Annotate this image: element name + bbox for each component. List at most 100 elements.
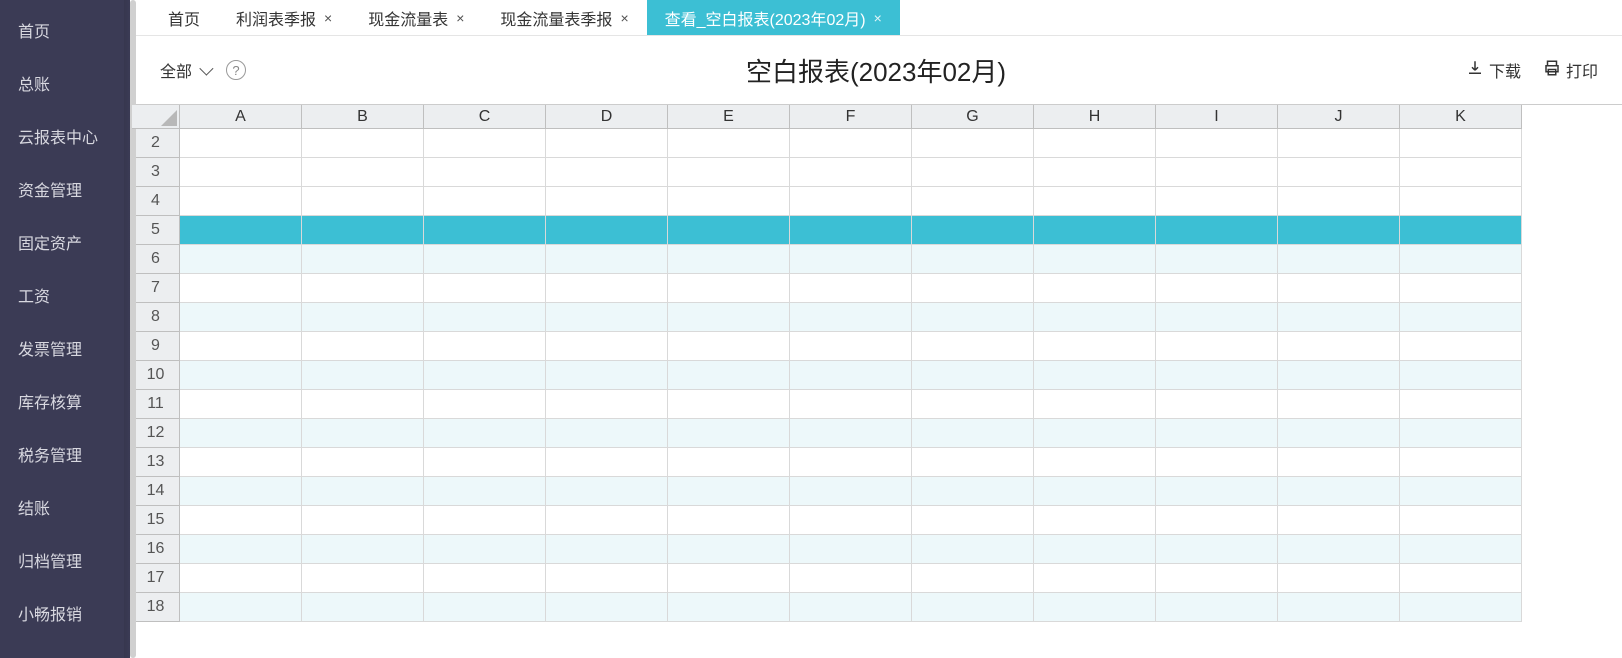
cell-K10[interactable]	[1400, 361, 1522, 390]
cell-A7[interactable]	[180, 274, 302, 303]
cell-A15[interactable]	[180, 506, 302, 535]
cell-A4[interactable]	[180, 187, 302, 216]
cell-E16[interactable]	[668, 535, 790, 564]
row-header-16[interactable]: 16	[132, 535, 180, 564]
cell-H3[interactable]	[1034, 158, 1156, 187]
cell-J3[interactable]	[1278, 158, 1400, 187]
help-icon[interactable]: ?	[226, 60, 246, 80]
cell-A12[interactable]	[180, 419, 302, 448]
cell-C2[interactable]	[424, 129, 546, 158]
row-header-10[interactable]: 10	[132, 361, 180, 390]
cell-I13[interactable]	[1156, 448, 1278, 477]
sidebar-item-10[interactable]: 归档管理	[0, 536, 130, 589]
cell-E4[interactable]	[668, 187, 790, 216]
cell-E3[interactable]	[668, 158, 790, 187]
cell-K5[interactable]	[1400, 216, 1522, 245]
cell-G18[interactable]	[912, 593, 1034, 622]
cell-D17[interactable]	[546, 564, 668, 593]
cell-F8[interactable]	[790, 303, 912, 332]
col-header-J[interactable]: J	[1278, 105, 1400, 129]
row-header-4[interactable]: 4	[132, 187, 180, 216]
col-header-B[interactable]: B	[302, 105, 424, 129]
cell-A8[interactable]	[180, 303, 302, 332]
cell-I14[interactable]	[1156, 477, 1278, 506]
cell-K4[interactable]	[1400, 187, 1522, 216]
download-button[interactable]: 下载	[1466, 58, 1521, 82]
cell-J2[interactable]	[1278, 129, 1400, 158]
cell-G3[interactable]	[912, 158, 1034, 187]
cell-D15[interactable]	[546, 506, 668, 535]
cell-F13[interactable]	[790, 448, 912, 477]
cell-B7[interactable]	[302, 274, 424, 303]
cell-K15[interactable]	[1400, 506, 1522, 535]
cell-E7[interactable]	[668, 274, 790, 303]
cell-D10[interactable]	[546, 361, 668, 390]
cell-D6[interactable]	[546, 245, 668, 274]
cell-F17[interactable]	[790, 564, 912, 593]
cell-E9[interactable]	[668, 332, 790, 361]
cell-J8[interactable]	[1278, 303, 1400, 332]
cell-G8[interactable]	[912, 303, 1034, 332]
cell-C6[interactable]	[424, 245, 546, 274]
cell-D9[interactable]	[546, 332, 668, 361]
cell-B11[interactable]	[302, 390, 424, 419]
cell-A16[interactable]	[180, 535, 302, 564]
row-header-15[interactable]: 15	[132, 506, 180, 535]
close-icon[interactable]: ×	[874, 11, 882, 25]
cell-B14[interactable]	[302, 477, 424, 506]
cell-K12[interactable]	[1400, 419, 1522, 448]
select-all-corner[interactable]	[132, 105, 180, 129]
cell-C18[interactable]	[424, 593, 546, 622]
cell-J6[interactable]	[1278, 245, 1400, 274]
cell-K2[interactable]	[1400, 129, 1522, 158]
cell-E11[interactable]	[668, 390, 790, 419]
row-header-6[interactable]: 6	[132, 245, 180, 274]
cell-H13[interactable]	[1034, 448, 1156, 477]
cell-I11[interactable]	[1156, 390, 1278, 419]
cell-J4[interactable]	[1278, 187, 1400, 216]
cell-H8[interactable]	[1034, 303, 1156, 332]
cell-D3[interactable]	[546, 158, 668, 187]
row-header-11[interactable]: 11	[132, 390, 180, 419]
row-header-7[interactable]: 7	[132, 274, 180, 303]
row-header-14[interactable]: 14	[132, 477, 180, 506]
cell-E2[interactable]	[668, 129, 790, 158]
cell-E13[interactable]	[668, 448, 790, 477]
cell-K3[interactable]	[1400, 158, 1522, 187]
cell-A11[interactable]	[180, 390, 302, 419]
cell-H7[interactable]	[1034, 274, 1156, 303]
close-icon[interactable]: ×	[456, 11, 464, 25]
cell-A17[interactable]	[180, 564, 302, 593]
cell-D7[interactable]	[546, 274, 668, 303]
cell-B17[interactable]	[302, 564, 424, 593]
cell-H15[interactable]	[1034, 506, 1156, 535]
cell-F3[interactable]	[790, 158, 912, 187]
cell-C17[interactable]	[424, 564, 546, 593]
cell-B9[interactable]	[302, 332, 424, 361]
tab-3[interactable]: 现金流量表季报×	[482, 0, 646, 35]
cell-B10[interactable]	[302, 361, 424, 390]
cell-I9[interactable]	[1156, 332, 1278, 361]
cell-B15[interactable]	[302, 506, 424, 535]
cell-I5[interactable]	[1156, 216, 1278, 245]
cell-J15[interactable]	[1278, 506, 1400, 535]
cell-C13[interactable]	[424, 448, 546, 477]
cell-J10[interactable]	[1278, 361, 1400, 390]
row-header-13[interactable]: 13	[132, 448, 180, 477]
cell-K7[interactable]	[1400, 274, 1522, 303]
cell-K13[interactable]	[1400, 448, 1522, 477]
cell-I15[interactable]	[1156, 506, 1278, 535]
cell-D18[interactable]	[546, 593, 668, 622]
cell-G5[interactable]	[912, 216, 1034, 245]
cell-A10[interactable]	[180, 361, 302, 390]
cell-G4[interactable]	[912, 187, 1034, 216]
cell-G10[interactable]	[912, 361, 1034, 390]
cell-B3[interactable]	[302, 158, 424, 187]
cell-H2[interactable]	[1034, 129, 1156, 158]
cell-G11[interactable]	[912, 390, 1034, 419]
row-header-3[interactable]: 3	[132, 158, 180, 187]
cell-G2[interactable]	[912, 129, 1034, 158]
cell-D4[interactable]	[546, 187, 668, 216]
cell-D2[interactable]	[546, 129, 668, 158]
cell-E12[interactable]	[668, 419, 790, 448]
